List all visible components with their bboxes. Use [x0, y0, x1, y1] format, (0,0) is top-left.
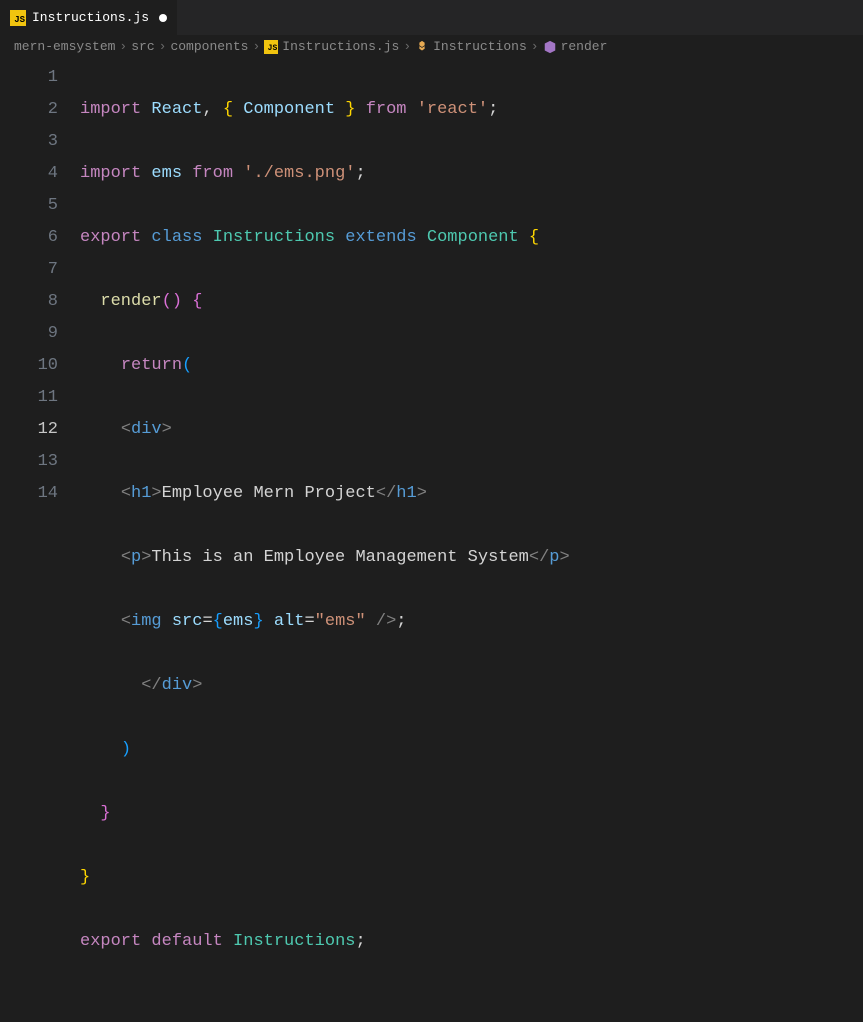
modified-indicator-icon [159, 14, 167, 22]
line-number: 13 [0, 446, 58, 478]
code-line[interactable]: } [80, 798, 570, 830]
line-number-gutter: 1 2 3 4 5 6 7 8 9 10 11 12 13 14 [0, 62, 80, 1022]
method-icon [543, 40, 557, 54]
code-line[interactable]: import React, { Component } from 'react'… [80, 94, 570, 126]
js-file-icon: JS [10, 10, 26, 26]
line-number: 8 [0, 286, 58, 318]
code-line[interactable]: <div> [80, 414, 570, 446]
line-number: 1 [0, 62, 58, 94]
js-file-icon: JS [264, 40, 278, 54]
line-number: 7 [0, 254, 58, 286]
code-line[interactable]: render() { [80, 286, 570, 318]
line-number: 9 [0, 318, 58, 350]
line-number: 5 [0, 190, 58, 222]
code-line[interactable]: } [80, 862, 570, 894]
code-line[interactable]: ) [80, 734, 570, 766]
tab-instructions[interactable]: JS Instructions.js [0, 0, 178, 35]
breadcrumb-segment[interactable]: src [131, 39, 154, 54]
code-line[interactable]: <img src={ems} alt="ems" />; [80, 606, 570, 638]
breadcrumb[interactable]: mern-emsystem › src › components › JS In… [0, 35, 863, 58]
chevron-right-icon: › [252, 39, 260, 54]
line-number: 3 [0, 126, 58, 158]
breadcrumb-segment[interactable]: mern-emsystem [14, 39, 115, 54]
code-line[interactable]: <p>This is an Employee Management System… [80, 542, 570, 574]
chevron-right-icon: › [403, 39, 411, 54]
line-number: 10 [0, 350, 58, 382]
breadcrumb-segment[interactable]: render [561, 39, 608, 54]
code-line[interactable]: export class Instructions extends Compon… [80, 222, 570, 254]
code-line[interactable]: return( [80, 350, 570, 382]
chevron-right-icon: › [119, 39, 127, 54]
breadcrumb-segment[interactable]: components [170, 39, 248, 54]
editor-area[interactable]: 1 2 3 4 5 6 7 8 9 10 11 12 13 14 import … [0, 58, 863, 1022]
code-line[interactable]: <h1>Employee Mern Project</h1> [80, 478, 570, 510]
breadcrumb-segment[interactable]: Instructions [433, 39, 527, 54]
code-content[interactable]: import React, { Component } from 'react'… [80, 62, 570, 1022]
tab-bar: JS Instructions.js [0, 0, 863, 35]
class-icon [415, 40, 429, 54]
line-number: 6 [0, 222, 58, 254]
line-number: 2 [0, 94, 58, 126]
breadcrumb-segment[interactable]: Instructions.js [282, 39, 399, 54]
chevron-right-icon: › [159, 39, 167, 54]
code-line[interactable]: </div> [80, 670, 570, 702]
line-number: 12 [0, 414, 58, 446]
line-number: 14 [0, 478, 58, 510]
tab-filename: Instructions.js [32, 10, 149, 25]
line-number: 4 [0, 158, 58, 190]
code-line[interactable]: import ems from './ems.png'; [80, 158, 570, 190]
chevron-right-icon: › [531, 39, 539, 54]
line-number: 11 [0, 382, 58, 414]
code-line[interactable]: export default Instructions; [80, 926, 570, 958]
